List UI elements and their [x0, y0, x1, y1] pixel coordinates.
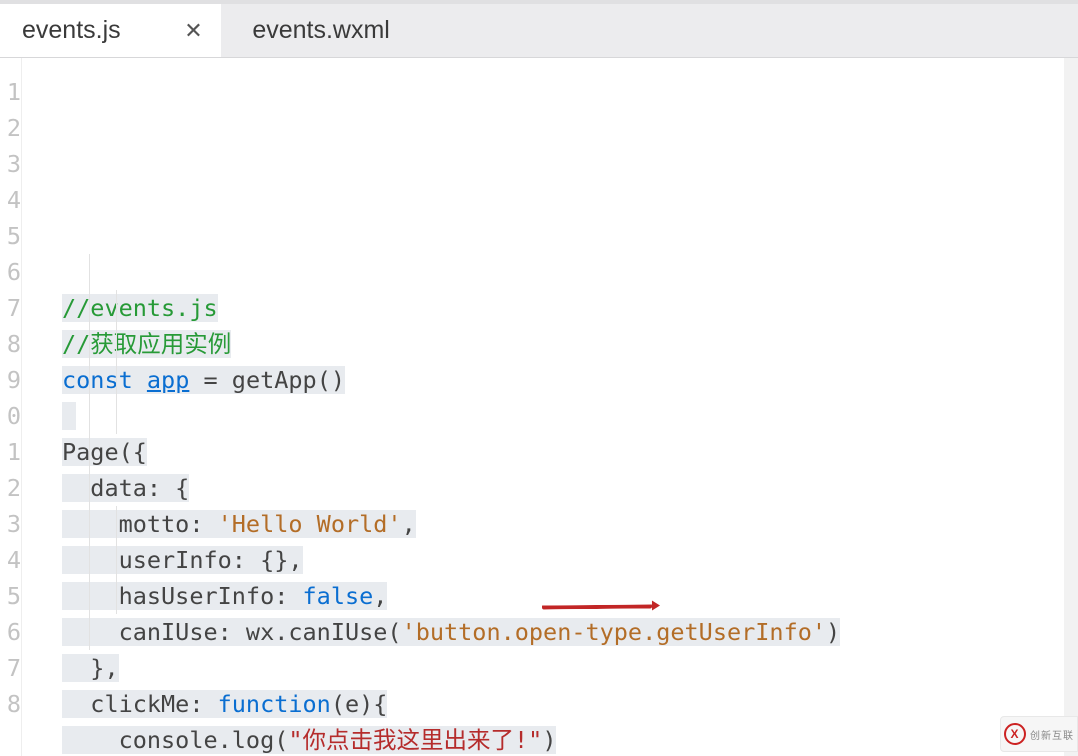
code-editor[interactable]: 1 2 3 4 5 6 7 8 9 0 1 2 3 4 5 6 7 8 //ev… [0, 58, 1078, 756]
code-line: //events.js [62, 290, 1078, 326]
code-line: }, [62, 650, 1078, 686]
code-line: Page({ [62, 434, 1078, 470]
code-line: motto: 'Hello World', [62, 506, 1078, 542]
close-icon[interactable]: ✕ [184, 20, 202, 42]
code-line: canIUse: wx.canIUse('button.open-type.ge… [62, 614, 1078, 650]
code-line [62, 398, 1078, 434]
watermark-text: 创新互联 [1030, 727, 1074, 742]
code-content[interactable]: //events.js//获取应用实例const app = getApp() … [22, 58, 1078, 756]
tab-bar: events.js ✕ events.wxml [0, 0, 1078, 58]
watermark-badge: X 创新互联 [1000, 716, 1078, 752]
code-line: console.log("你点击我这里出来了!") [62, 722, 1078, 756]
code-line: //获取应用实例 [62, 326, 1078, 362]
code-line: const app = getApp() [62, 362, 1078, 398]
code-line: userInfo: {}, [62, 542, 1078, 578]
tab-label: events.wxml [252, 16, 390, 45]
code-line: clickMe: function(e){ [62, 686, 1078, 722]
scrollbar[interactable] [1064, 58, 1078, 756]
annotation-underline [542, 604, 652, 610]
tab-events-js[interactable]: events.js ✕ [0, 4, 221, 57]
tab-events-wxml[interactable]: events.wxml [230, 4, 490, 57]
line-number-gutter: 1 2 3 4 5 6 7 8 9 0 1 2 3 4 5 6 7 8 [0, 58, 22, 756]
code-line: data: { [62, 470, 1078, 506]
watermark-logo-icon: X [1004, 723, 1026, 745]
indent-guides [62, 74, 147, 254]
tab-label: events.js [22, 16, 121, 45]
